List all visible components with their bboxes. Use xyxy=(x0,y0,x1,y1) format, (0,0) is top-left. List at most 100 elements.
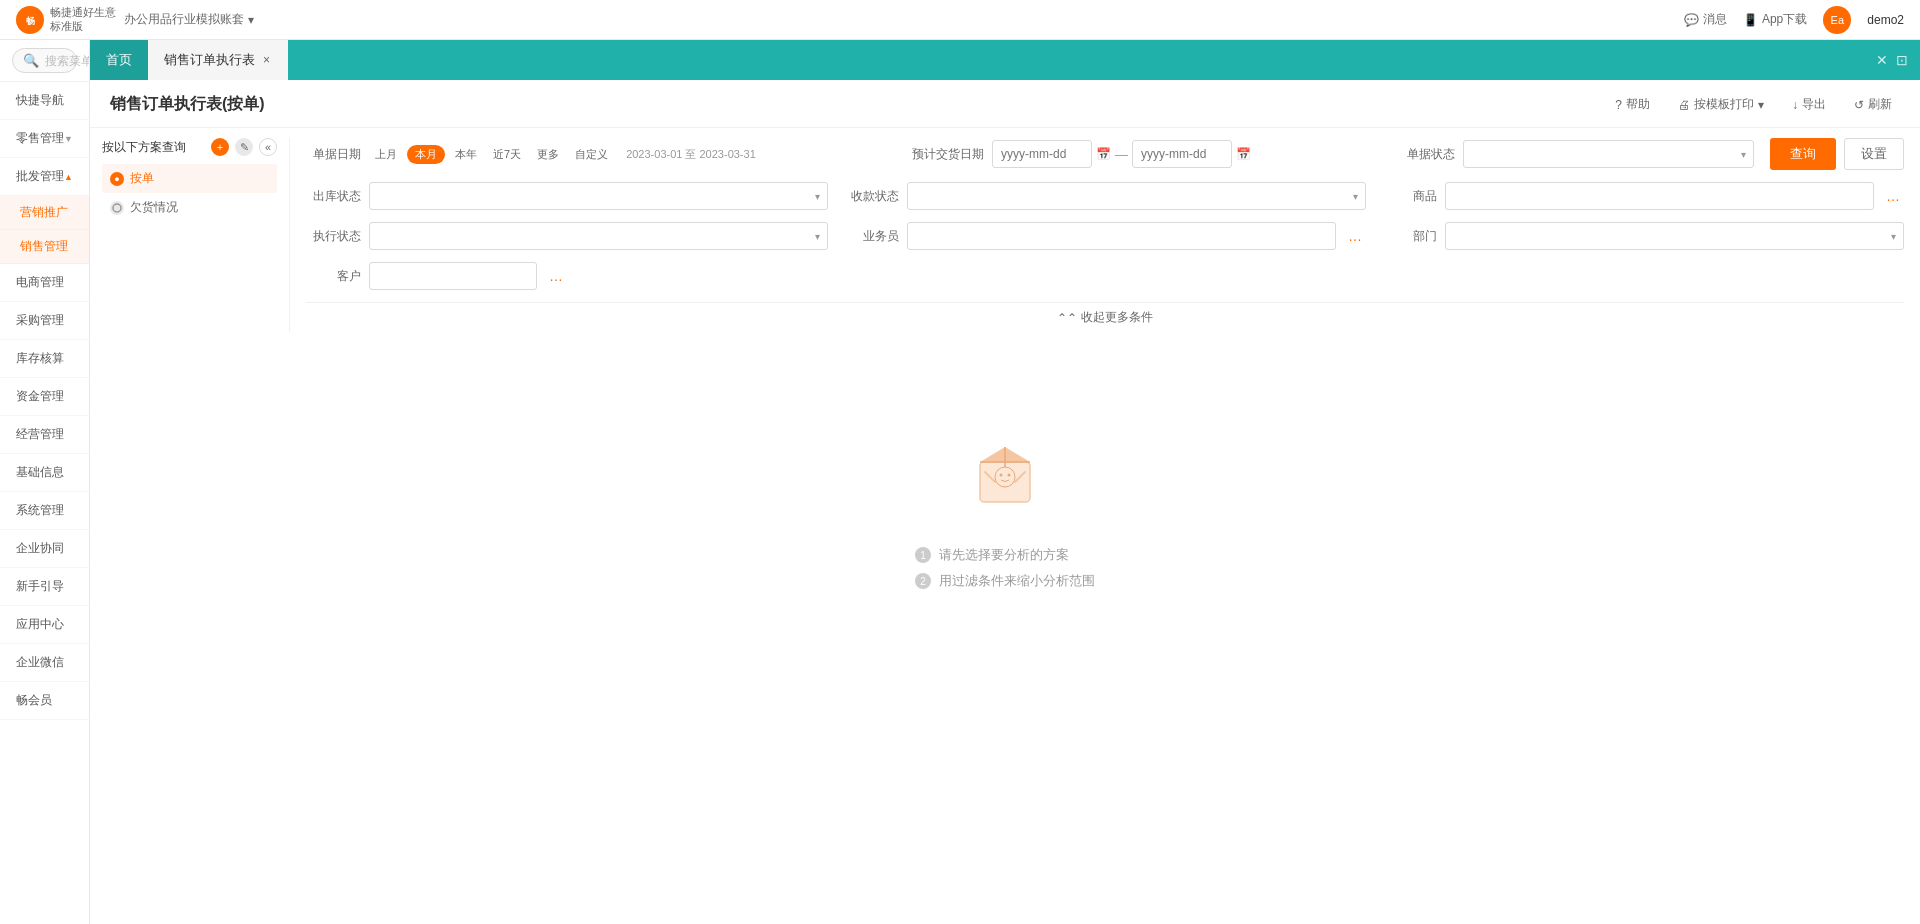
collapse-panel-button[interactable]: « xyxy=(259,138,277,156)
svg-text:畅: 畅 xyxy=(26,16,35,26)
out-status-select-wrap: ▾ xyxy=(369,182,828,210)
receipt-status-select-wrap: ▾ xyxy=(907,182,1366,210)
exec-status-label: 执行状态 xyxy=(306,228,361,245)
doc-date-label: 单据日期 xyxy=(306,146,361,163)
sidebar-item-finance[interactable]: 资金管理 xyxy=(0,378,89,416)
filter-row-3: 执行状态 ▾ 业务员 xyxy=(306,222,1904,250)
app-download-button[interactable]: 📱 App下载 xyxy=(1743,11,1807,28)
filter-dept: 部门 ▾ xyxy=(1382,222,1904,250)
doc-status-select[interactable] xyxy=(1463,140,1754,168)
tab-close-icon[interactable]: × xyxy=(261,51,272,69)
dept-select-wrap: ▾ xyxy=(1445,222,1904,250)
dept-select[interactable] xyxy=(1445,222,1904,250)
date-tab-this-year[interactable]: 本年 xyxy=(449,145,483,164)
date-tab-custom[interactable]: 自定义 xyxy=(569,145,614,164)
user-name[interactable]: demo2 xyxy=(1867,13,1904,27)
plan-icon-gray xyxy=(110,201,124,215)
sidebar-item-wechat[interactable]: 企业微信 xyxy=(0,644,89,682)
search-input[interactable] xyxy=(45,54,90,68)
svg-point-8 xyxy=(1000,474,1003,477)
empty-tip-2: 2 用过滤条件来缩小分析范围 xyxy=(915,572,1095,590)
add-plan-button[interactable]: + xyxy=(211,138,229,156)
date-tab-last-month[interactable]: 上月 xyxy=(369,145,403,164)
filter-out-status: 出库状态 ▾ xyxy=(306,182,828,210)
sidebar-item-quick-nav[interactable]: 快捷导航 xyxy=(0,82,89,120)
breadcrumb[interactable]: 办公用品行业模拟账套 ▾ xyxy=(124,11,254,28)
edit-plan-button[interactable]: ✎ xyxy=(235,138,253,156)
date-tab-more[interactable]: 更多 xyxy=(531,145,565,164)
exec-status-select[interactable] xyxy=(369,222,828,250)
expected-date-end[interactable] xyxy=(1132,140,1232,168)
refresh-button[interactable]: ↺ 刷新 xyxy=(1846,92,1900,117)
logo-area: 畅 畅捷通好生意 标准版 xyxy=(16,6,116,34)
search-wrap[interactable]: 🔍 xyxy=(12,48,77,73)
customer-more-icon[interactable]: … xyxy=(545,268,567,284)
sidebar-item-collab[interactable]: 企业协同 xyxy=(0,530,89,568)
filter-area: 按以下方案查询 + ✎ « xyxy=(90,128,1920,342)
sidebar-item-ecommerce[interactable]: 电商管理 xyxy=(0,264,89,302)
svg-point-9 xyxy=(1008,474,1011,477)
svg-point-2 xyxy=(113,204,121,212)
sidebar-item-inventory[interactable]: 库存核算 xyxy=(0,340,89,378)
out-status-select[interactable] xyxy=(369,182,828,210)
tab-sales-order[interactable]: 销售订单执行表 × xyxy=(148,40,288,80)
filter-product: 商品 … xyxy=(1382,182,1904,210)
out-status-label: 出库状态 xyxy=(306,188,361,205)
top-header: 畅 畅捷通好生意 标准版 办公用品行业模拟账套 ▾ 💬 消息 📱 App下载 E… xyxy=(0,0,1920,40)
doc-date-range: 2023-03-01 至 2023-03-31 xyxy=(626,147,756,162)
sidebar: 🔍 快捷导航 零售管理 批发管理 营销推广 销售管理 电商管理 采购管理 xyxy=(0,40,90,924)
sidebar-item-sales-mgmt[interactable]: 销售管理 xyxy=(0,230,89,264)
customer-input[interactable] xyxy=(369,262,537,290)
export-button[interactable]: ↓ 导出 xyxy=(1784,92,1834,117)
print-button[interactable]: 🖨 按模板打印 ▾ xyxy=(1670,92,1772,117)
salesperson-more-icon[interactable]: … xyxy=(1344,228,1366,244)
tab-home[interactable]: 首页 xyxy=(90,40,148,80)
sidebar-item-system[interactable]: 系统管理 xyxy=(0,492,89,530)
product-input[interactable] xyxy=(1445,182,1874,210)
date-tab-7days[interactable]: 近7天 xyxy=(487,145,527,164)
help-button[interactable]: ? 帮助 xyxy=(1607,92,1658,117)
calendar-end-icon[interactable]: 📅 xyxy=(1236,147,1251,161)
collapse-icon: ⌃⌃ xyxy=(1057,311,1077,325)
sidebar-item-base-info[interactable]: 基础信息 xyxy=(0,454,89,492)
sidebar-item-retail[interactable]: 零售管理 xyxy=(0,120,89,158)
sidebar-item-newbie[interactable]: 新手引导 xyxy=(0,568,89,606)
sidebar-item-marketing[interactable]: 营销推广 xyxy=(0,196,89,230)
receipt-status-select[interactable] xyxy=(907,182,1366,210)
avatar[interactable]: Ea xyxy=(1823,6,1851,34)
doc-status-select-wrap: ▾ xyxy=(1463,140,1754,168)
customer-label: 客户 xyxy=(306,268,361,285)
sidebar-item-operations[interactable]: 经营管理 xyxy=(0,416,89,454)
settings-button[interactable]: 设置 xyxy=(1844,138,1904,170)
restore-window-icon[interactable]: ⊡ xyxy=(1896,52,1908,68)
sidebar-item-vip[interactable]: 畅会员 xyxy=(0,682,89,720)
calendar-start-icon[interactable]: 📅 xyxy=(1096,147,1111,161)
sidebar-item-wholesale[interactable]: 批发管理 xyxy=(0,158,89,196)
salesperson-input[interactable] xyxy=(907,222,1336,250)
date-tab-this-month[interactable]: 本月 xyxy=(407,145,445,164)
plan-item-by-order[interactable]: ● 按单 xyxy=(102,164,277,193)
query-button[interactable]: 查询 xyxy=(1770,138,1836,170)
plan-icon-orange: ● xyxy=(110,172,124,186)
expected-date-start[interactable] xyxy=(992,140,1092,168)
search-icon: 🔍 xyxy=(23,53,39,68)
close-tab-icon[interactable]: ✕ xyxy=(1876,52,1888,68)
empty-illustration xyxy=(955,422,1055,522)
sidebar-item-app-center[interactable]: 应用中心 xyxy=(0,606,89,644)
sales-order-tab-label: 销售订单执行表 xyxy=(164,51,255,69)
sidebar-item-purchase[interactable]: 采购管理 xyxy=(0,302,89,340)
doc-status-label: 单据状态 xyxy=(1400,146,1455,163)
home-tab-label: 首页 xyxy=(106,51,132,69)
logo-icon: 畅 xyxy=(16,6,44,34)
collapse-filters-button[interactable]: ⌃⌃ 收起更多条件 xyxy=(306,302,1904,332)
export-icon: ↓ xyxy=(1792,98,1798,112)
filter-right-panel: 单据日期 上月 本月 本年 近7天 更多 自定义 xyxy=(290,138,1920,332)
plan-item-shortage[interactable]: 欠货情况 xyxy=(102,193,277,222)
page-content: 销售订单执行表(按单) ? 帮助 🖨 按模板打印 ▾ ↓ xyxy=(90,80,1920,924)
action-buttons: 查询 设置 xyxy=(1770,138,1904,170)
product-more-icon[interactable]: … xyxy=(1882,188,1904,204)
product-label: 商品 xyxy=(1382,188,1437,205)
filter-exec-status: 执行状态 ▾ xyxy=(306,222,828,250)
message-button[interactable]: 💬 消息 xyxy=(1684,11,1727,28)
content-area: 首页 销售订单执行表 × ✕ ⊡ 销售订单执行表(按单) ? xyxy=(90,40,1920,924)
